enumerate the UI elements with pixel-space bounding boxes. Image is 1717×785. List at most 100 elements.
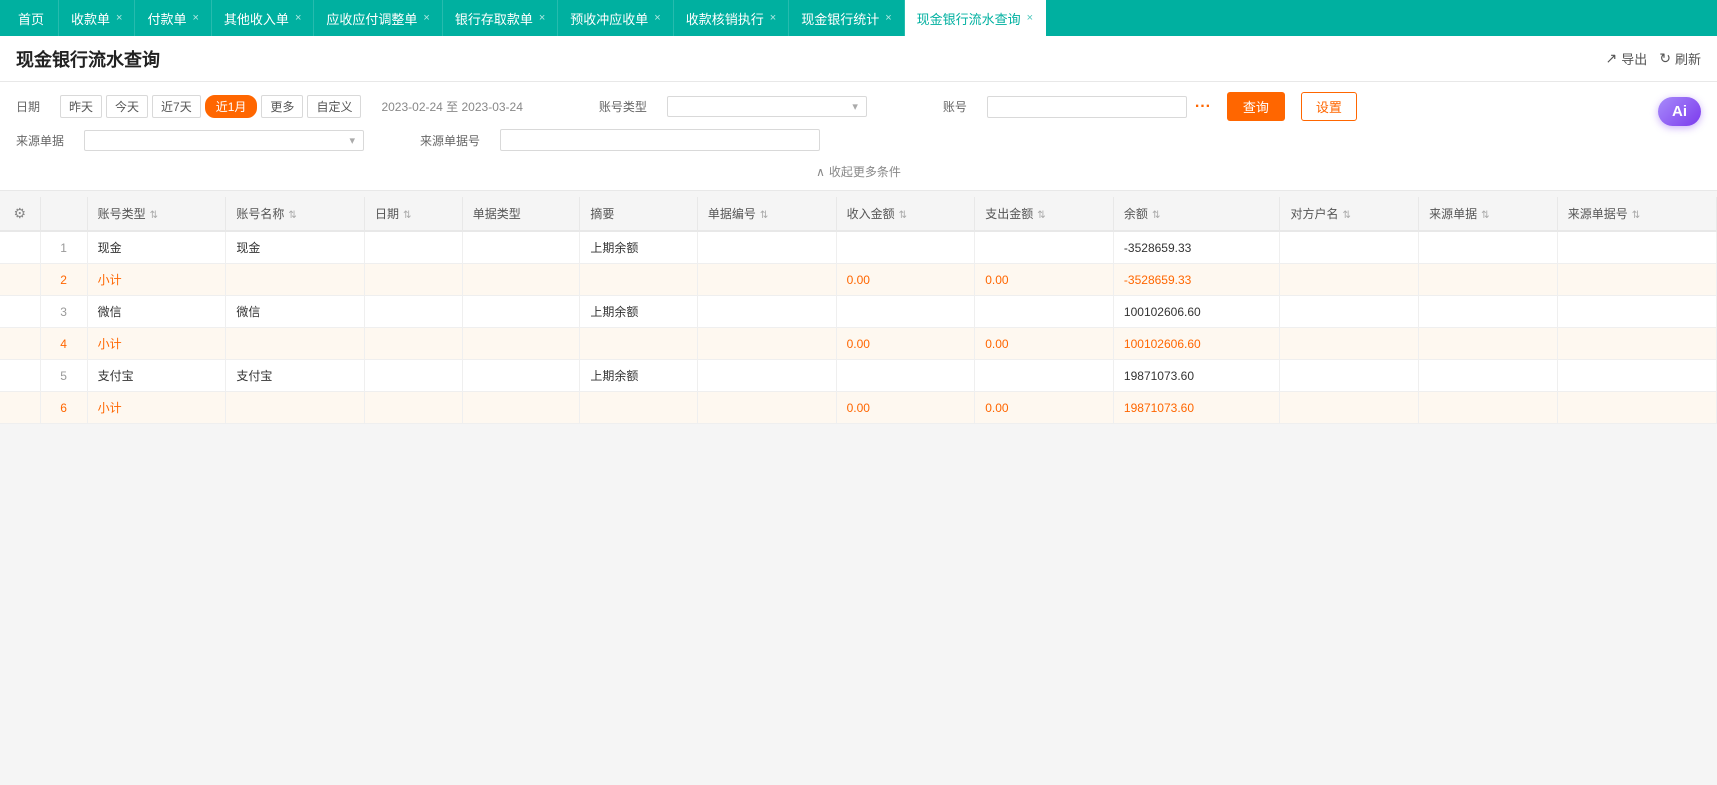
table-row[interactable]: 4小计0.000.00100102606.60 xyxy=(0,328,1717,360)
cell-income xyxy=(836,231,975,264)
account-input[interactable] xyxy=(987,96,1187,118)
nav-tab-0[interactable]: 收款单 × xyxy=(59,0,135,36)
cell-income: 0.00 xyxy=(836,392,975,424)
nav-tab-3[interactable]: 应收应付调整单 × xyxy=(314,0,442,36)
th-date[interactable]: 日期⇅ xyxy=(365,197,463,231)
close-tab-7-icon[interactable]: × xyxy=(885,12,891,24)
cell-doc_num xyxy=(697,264,836,296)
nav-tab-8[interactable]: 现金银行流水查询 × xyxy=(905,0,1046,36)
source-doc-select[interactable]: ▾ xyxy=(84,130,364,151)
cell-balance: 100102606.60 xyxy=(1113,296,1280,328)
export-button[interactable]: ↗ 导出 xyxy=(1606,49,1648,68)
nav-tab-2[interactable]: 其他收入单 × xyxy=(212,0,314,36)
cell-source_doc xyxy=(1419,264,1558,296)
close-tab-2-icon[interactable]: × xyxy=(295,12,301,24)
nav-tab-6[interactable]: 收款核销执行 × xyxy=(674,0,789,36)
cell-date xyxy=(365,328,463,360)
custom-btn[interactable]: 自定义 xyxy=(307,95,361,118)
cell-source_doc xyxy=(1419,328,1558,360)
nav-tab-4[interactable]: 银行存取款单 × xyxy=(443,0,558,36)
cell-date xyxy=(365,231,463,264)
account-type-select[interactable]: ▾ xyxy=(667,96,867,117)
filter-row-2: 来源单据 ▾ 来源单据号 xyxy=(16,129,1701,151)
account-dots-button[interactable]: ··· xyxy=(1195,98,1211,116)
collapse-bar[interactable]: ∧ 收起更多条件 xyxy=(16,159,1701,180)
th-gear[interactable]: ⚙ xyxy=(0,197,40,231)
th-income[interactable]: 收入金额⇅ xyxy=(836,197,975,231)
th-source-doc-num[interactable]: 来源单据号⇅ xyxy=(1557,197,1716,231)
cell-income: 0.00 xyxy=(836,264,975,296)
th-source-doc[interactable]: 来源单据⇅ xyxy=(1419,197,1558,231)
cell-account_type: 小计 xyxy=(87,328,226,360)
cell-expense: 0.00 xyxy=(975,392,1114,424)
close-tab-0-icon[interactable]: × xyxy=(116,12,122,24)
cell-doc_type xyxy=(462,296,580,328)
cell-income: 0.00 xyxy=(836,328,975,360)
nav-home[interactable]: 首页 xyxy=(4,0,59,36)
refresh-button[interactable]: ↻ 刷新 xyxy=(1659,49,1701,68)
cell-summary: 上期余额 xyxy=(580,231,698,264)
cell-date xyxy=(365,296,463,328)
close-tab-8-icon[interactable]: × xyxy=(1027,12,1033,24)
date-label: 日期 xyxy=(16,98,40,115)
close-tab-1-icon[interactable]: × xyxy=(192,12,198,24)
cell-source_doc_num xyxy=(1557,264,1716,296)
cell-doc_num xyxy=(697,328,836,360)
cell-source_doc_num xyxy=(1557,296,1716,328)
month1-btn[interactable]: 近1月 xyxy=(205,95,258,118)
table-row[interactable]: 5支付宝支付宝上期余额19871073.60 xyxy=(0,360,1717,392)
cell-account_name xyxy=(226,392,365,424)
chevron-down-icon: ▾ xyxy=(852,100,858,113)
table-row[interactable]: 6小计0.000.0019871073.60 xyxy=(0,392,1717,424)
cell-balance: 19871073.60 xyxy=(1113,360,1280,392)
th-doc-num[interactable]: 单据编号⇅ xyxy=(697,197,836,231)
export-icon: ↗ xyxy=(1606,50,1618,67)
cell-expense: 0.00 xyxy=(975,264,1114,296)
cell-gear xyxy=(0,360,40,392)
th-account-name[interactable]: 账号名称⇅ xyxy=(226,197,365,231)
account-type-label: 账号类型 xyxy=(599,98,647,115)
close-tab-4-icon[interactable]: × xyxy=(539,12,545,24)
cell-num: 6 xyxy=(40,392,87,424)
cell-date xyxy=(365,360,463,392)
close-tab-5-icon[interactable]: × xyxy=(654,12,660,24)
cell-account_type: 支付宝 xyxy=(87,360,226,392)
close-tab-6-icon[interactable]: × xyxy=(770,12,776,24)
week-btn[interactable]: 近7天 xyxy=(152,95,201,118)
cell-doc_type xyxy=(462,231,580,264)
table-row[interactable]: 3微信微信上期余额100102606.60 xyxy=(0,296,1717,328)
cell-summary xyxy=(580,264,698,296)
settings-button[interactable]: 设置 xyxy=(1301,92,1357,121)
ai-badge[interactable]: Ai xyxy=(1658,97,1701,126)
cell-summary: 上期余额 xyxy=(580,296,698,328)
th-balance[interactable]: 余额⇅ xyxy=(1113,197,1280,231)
nav-tab-5[interactable]: 预收冲应收单 × xyxy=(558,0,673,36)
cell-doc_num xyxy=(697,296,836,328)
cell-doc_num xyxy=(697,392,836,424)
cell-income xyxy=(836,360,975,392)
cell-doc_type xyxy=(462,392,580,424)
table-row[interactable]: 2小计0.000.00-3528659.33 xyxy=(0,264,1717,296)
th-expense[interactable]: 支出金额⇅ xyxy=(975,197,1114,231)
cell-date xyxy=(365,392,463,424)
cell-gear xyxy=(0,264,40,296)
th-account-type[interactable]: 账号类型⇅ xyxy=(87,197,226,231)
collapse-up-icon: ∧ xyxy=(816,165,825,179)
source-doc-label: 来源单据 xyxy=(16,132,64,149)
nav-tab-1[interactable]: 付款单 × xyxy=(135,0,211,36)
table-body: 1现金现金上期余额-3528659.332小计0.000.00-3528659.… xyxy=(0,231,1717,424)
yesterday-btn[interactable]: 昨天 xyxy=(60,95,102,118)
table-row[interactable]: 1现金现金上期余额-3528659.33 xyxy=(0,231,1717,264)
today-btn[interactable]: 今天 xyxy=(106,95,148,118)
more-btn[interactable]: 更多 xyxy=(261,95,303,118)
query-button[interactable]: 查询 xyxy=(1227,92,1285,121)
cell-source_doc xyxy=(1419,296,1558,328)
th-counterparty[interactable]: 对方户名⇅ xyxy=(1280,197,1419,231)
close-tab-3-icon[interactable]: × xyxy=(423,12,429,24)
th-summary: 摘要 xyxy=(580,197,698,231)
source-doc-num-input[interactable] xyxy=(500,129,820,151)
settings-gear-icon[interactable]: ⚙ xyxy=(13,205,26,221)
cell-doc_num xyxy=(697,360,836,392)
table-header-row: ⚙ 账号类型⇅ 账号名称⇅ 日期⇅ 单据类型 摘要 单据编号⇅ 收入金额⇅ 支出… xyxy=(0,197,1717,231)
nav-tab-7[interactable]: 现金银行统计 × xyxy=(789,0,904,36)
